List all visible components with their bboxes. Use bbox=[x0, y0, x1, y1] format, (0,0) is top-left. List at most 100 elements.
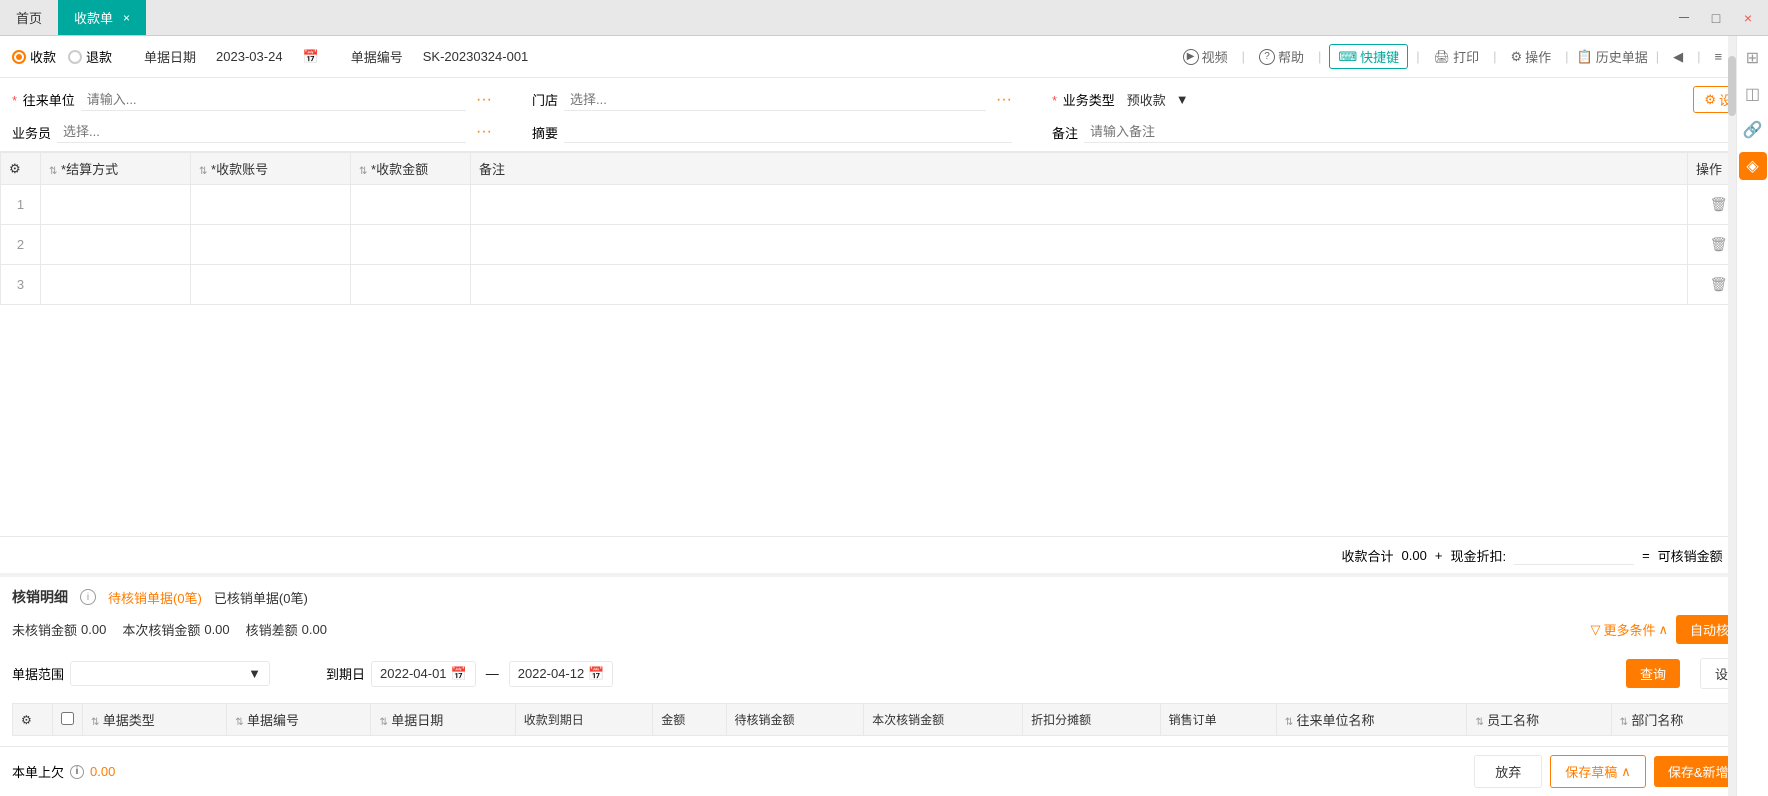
verify-table-header: ⚙ ⇅ 单据类型 ⇅ 单据编号 ⇅ 单据日期 bbox=[13, 704, 1756, 736]
layout-button[interactable]: ≡ bbox=[1709, 47, 1729, 66]
history-button[interactable]: 📋 历史单据 bbox=[1577, 47, 1648, 66]
print-button[interactable]: 🖨 打印 bbox=[1428, 45, 1486, 68]
maximize-button[interactable]: □ bbox=[1704, 6, 1728, 30]
summary-input[interactable] bbox=[564, 121, 1012, 143]
receipt-radio-dot bbox=[12, 50, 26, 64]
remark-cell-3[interactable] bbox=[471, 265, 1688, 305]
verify-stats: 未核销金额 0.00 本次核销金额 0.00 核销差额 0.00 ▽ 更多条件 … bbox=[12, 615, 1756, 644]
window-close-button[interactable]: × bbox=[1736, 6, 1760, 30]
tab-receipt[interactable]: 收款单 × bbox=[58, 0, 146, 35]
refund-label: 退款 bbox=[86, 47, 112, 66]
save-draft-chevron[interactable]: ∧ bbox=[1621, 764, 1631, 780]
save-draft-button[interactable]: 保存草稿 ∧ bbox=[1550, 755, 1646, 788]
col-amount-header: ⇅ *收款金额 bbox=[351, 153, 471, 185]
number-label: 单据编号 bbox=[351, 47, 403, 66]
net-label: 可核销金额 bbox=[1658, 546, 1723, 565]
settlement-cell-3[interactable] bbox=[41, 265, 191, 305]
account-cell-1[interactable] bbox=[191, 185, 351, 225]
verify-col-order: 销售订单 bbox=[1160, 704, 1276, 736]
date-label: 单据日期 bbox=[144, 47, 196, 66]
remark-input[interactable] bbox=[1084, 121, 1756, 143]
delete-icon-3[interactable]: 🗑 bbox=[1710, 276, 1728, 293]
sidebar-icon-attach[interactable]: 🔗 bbox=[1739, 116, 1767, 144]
more-conditions-button[interactable]: ▽ 更多条件 ∧ bbox=[1590, 620, 1668, 639]
verify-col-discount: 折扣分摊额 bbox=[1023, 704, 1161, 736]
discount-input[interactable] bbox=[1514, 545, 1634, 565]
type-radio-group: 收款 退款 bbox=[12, 47, 112, 66]
verify-col-settings[interactable]: ⚙ bbox=[13, 704, 53, 736]
settlement-cell-2[interactable] bbox=[41, 225, 191, 265]
settlement-cell-1[interactable] bbox=[41, 185, 191, 225]
print-icon: 🖨 bbox=[1434, 49, 1451, 65]
operation-button[interactable]: ⚙ 操作 bbox=[1505, 45, 1558, 68]
account-cell-2[interactable] bbox=[191, 225, 351, 265]
business-type-label: * 业务类型 bbox=[1052, 90, 1115, 109]
business-type-field: * 业务类型 预收款 ▼ ⚙ 设置 bbox=[1052, 86, 1756, 113]
receipt-table: ⚙ ⇅ *结算方式 ⇅ *收款账号 ⇅ *收款金额 备注 bbox=[0, 152, 1768, 305]
tab-close-icon[interactable]: × bbox=[123, 11, 130, 25]
main-content: 收款 退款 单据日期 2023-03-24 📅 单据编号 SK-20230324… bbox=[0, 36, 1768, 796]
shortcut-button[interactable]: ⌨ 快捷键 bbox=[1329, 44, 1408, 69]
scrollbar-thumb[interactable] bbox=[1728, 56, 1736, 116]
staff-input[interactable] bbox=[57, 121, 466, 143]
amount-cell-2[interactable] bbox=[351, 225, 471, 265]
calendar-icon-end: 📅 bbox=[588, 666, 604, 682]
business-type-dropdown-icon[interactable]: ▼ bbox=[1176, 92, 1189, 107]
delete-icon-2[interactable]: 🗑 bbox=[1710, 236, 1728, 253]
remark-cell-2[interactable] bbox=[471, 225, 1688, 265]
layout-icon: ≡ bbox=[1715, 49, 1723, 64]
delete-icon-1[interactable]: 🗑 bbox=[1710, 196, 1728, 213]
video-icon: ▶ bbox=[1183, 49, 1199, 65]
filter-row: 单据范围 ▼ 到期日 2022-04-01 📅 — 2022-04-12 📅 查 bbox=[12, 652, 1756, 695]
footer-left: 本单上欠 i 0.00 bbox=[12, 762, 115, 781]
help-icon: ? bbox=[1259, 49, 1275, 65]
amount-cell-3[interactable] bbox=[351, 265, 471, 305]
sidebar-icon-table[interactable]: ⊞ bbox=[1739, 44, 1767, 72]
tab-home[interactable]: 首页 bbox=[0, 0, 58, 35]
staff-label: 业务员 bbox=[12, 123, 51, 142]
counterpart-more-icon[interactable]: ··· bbox=[476, 91, 492, 109]
done-tab[interactable]: 已核销单据(0笔) bbox=[214, 588, 308, 607]
summary-field: 摘要 bbox=[532, 121, 1012, 143]
nav-left-button[interactable]: ◀ bbox=[1667, 47, 1689, 67]
abandon-button[interactable]: 放弃 bbox=[1474, 755, 1542, 788]
video-button[interactable]: ▶ 视频 bbox=[1177, 45, 1234, 68]
staff-more-icon[interactable]: ··· bbox=[476, 123, 492, 141]
due-date-end[interactable]: 2022-04-12 📅 bbox=[509, 661, 614, 687]
col-account-header: ⇅ *收款账号 bbox=[191, 153, 351, 185]
remark-cell-1[interactable] bbox=[471, 185, 1688, 225]
current-label: 本单上欠 bbox=[12, 762, 64, 781]
amount-cell-1[interactable] bbox=[351, 185, 471, 225]
footer-right: 放弃 保存草稿 ∧ 保存&新增 ∧ bbox=[1474, 755, 1756, 788]
query-button[interactable]: 查询 bbox=[1626, 659, 1680, 688]
range-select[interactable]: ▼ bbox=[70, 661, 270, 686]
diff-stat: 核销差额 0.00 bbox=[246, 620, 327, 639]
receipt-label: 收款 bbox=[30, 47, 56, 66]
receipt-radio[interactable]: 收款 bbox=[12, 47, 56, 66]
store-input[interactable] bbox=[564, 89, 986, 111]
account-cell-3[interactable] bbox=[191, 265, 351, 305]
date-picker-icon[interactable]: 📅 bbox=[303, 49, 319, 65]
refund-radio[interactable]: 退款 bbox=[68, 47, 112, 66]
verify-col-checkbox[interactable] bbox=[53, 704, 83, 736]
verify-section: 核销明细 i 待核销单据(0笔) 已核销单据(0笔) 未核销金额 0.00 本次… bbox=[0, 573, 1768, 746]
sidebar-icon-doc[interactable]: ◫ bbox=[1739, 80, 1767, 108]
counterpart-input[interactable] bbox=[81, 89, 466, 111]
help-button[interactable]: ? 帮助 bbox=[1253, 45, 1310, 68]
due-date-start[interactable]: 2022-04-01 📅 bbox=[371, 661, 476, 687]
calendar-icon-start: 📅 bbox=[451, 666, 467, 682]
verify-col-type: ⇅ 单据类型 bbox=[83, 704, 227, 736]
verify-info-icon[interactable]: i bbox=[80, 589, 96, 605]
form-row-2: 业务员 ··· 摘要 备注 bbox=[12, 121, 1756, 143]
minimize-button[interactable]: － bbox=[1672, 6, 1696, 30]
col-settings-header[interactable]: ⚙ bbox=[1, 153, 41, 185]
sidebar-icon-active[interactable]: ◈ bbox=[1739, 152, 1767, 180]
date-separator: — bbox=[486, 666, 499, 681]
col-settlement-header: ⇅ *结算方式 bbox=[41, 153, 191, 185]
scrollbar[interactable] bbox=[1728, 36, 1736, 796]
select-all-checkbox[interactable] bbox=[61, 712, 74, 725]
toolbar-right: ▶ 视频 | ? 帮助 | ⌨ 快捷键 | 🖨 打印 | ⚙ 操作 bbox=[1177, 44, 1756, 69]
col-remark-header: 备注 bbox=[471, 153, 1688, 185]
store-more-icon[interactable]: ··· bbox=[996, 91, 1012, 109]
pending-tab[interactable]: 待核销单据(0笔) bbox=[108, 588, 202, 607]
